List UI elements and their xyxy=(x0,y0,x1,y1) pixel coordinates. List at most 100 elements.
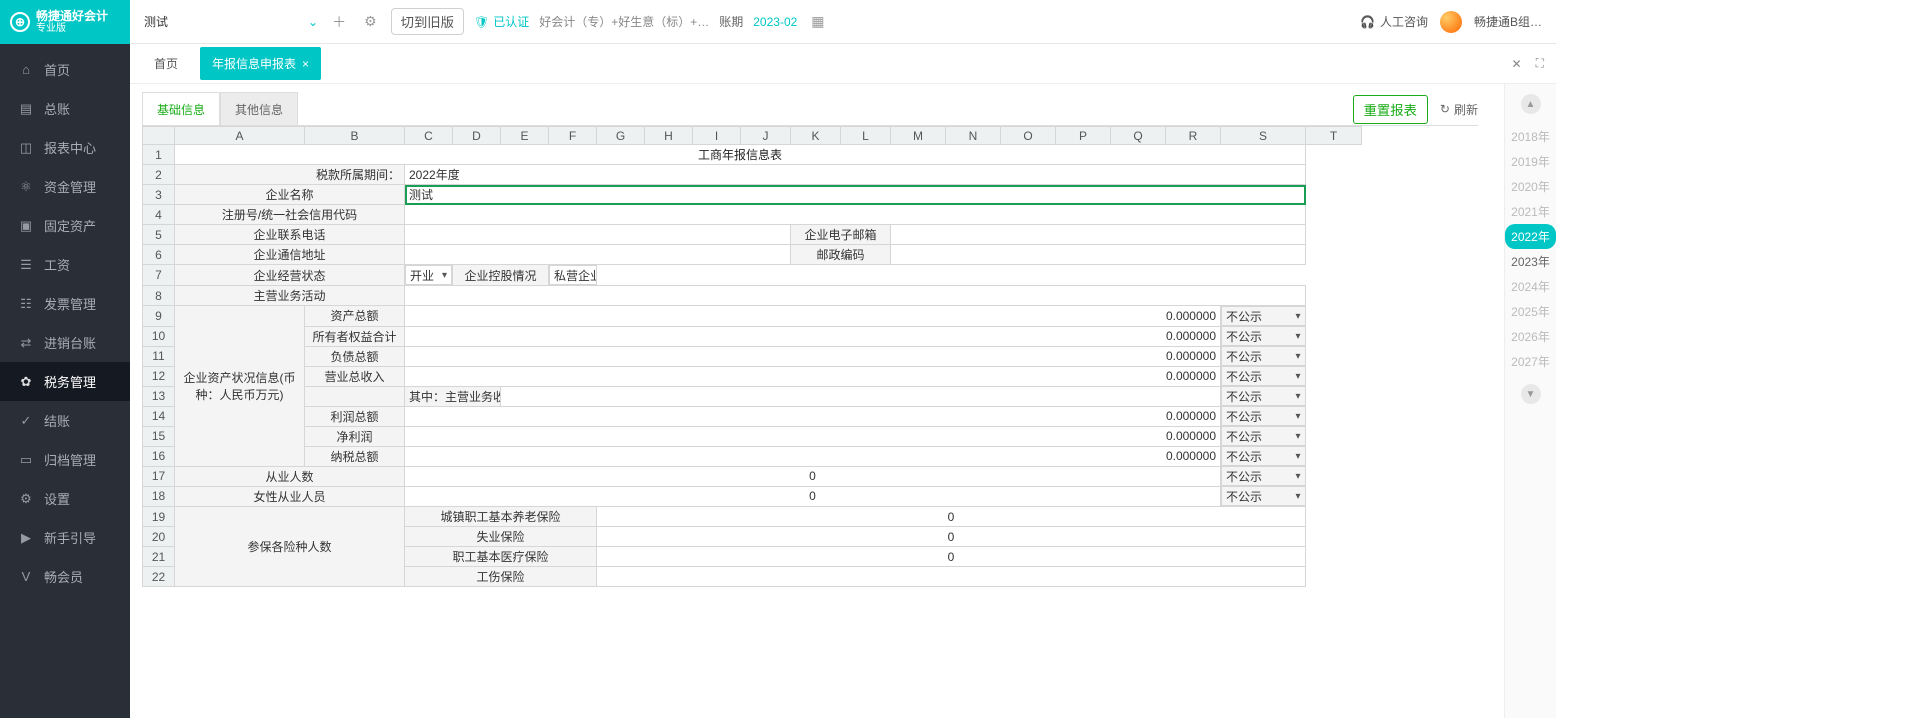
dropdown-cell[interactable]: 不公示 xyxy=(1221,406,1306,426)
add-icon[interactable]: ＋ xyxy=(328,12,350,32)
nav-salary[interactable]: ☰工资 xyxy=(0,245,130,284)
row-number[interactable]: 10 xyxy=(143,326,175,346)
dropdown-cell[interactable]: 不公示 xyxy=(1221,386,1306,406)
row-number[interactable]: 1 xyxy=(143,145,175,165)
col-header[interactable]: A xyxy=(175,127,305,145)
nav-fund[interactable]: ⚛资金管理 xyxy=(0,167,130,206)
email-value[interactable] xyxy=(891,225,1306,245)
row-number[interactable]: 17 xyxy=(143,466,175,486)
nav-archive[interactable]: ▭归档管理 xyxy=(0,440,130,479)
year-option[interactable]: 2024年 xyxy=(1505,274,1556,299)
period-value[interactable]: 2023-02 xyxy=(753,15,797,29)
user-name[interactable]: 畅捷通B组… xyxy=(1474,13,1542,30)
close-icon[interactable]: × xyxy=(302,57,309,71)
subtab-basic[interactable]: 基础信息 xyxy=(142,92,220,126)
col-header[interactable]: G xyxy=(597,127,645,145)
tab-annual-report[interactable]: 年报信息申报表 × xyxy=(200,47,321,80)
row-number[interactable]: 6 xyxy=(143,245,175,265)
org-selector[interactable]: 测试 ⌄ xyxy=(144,13,318,30)
spreadsheet[interactable]: ABCDEFGHIJKLMNOPQRST 1工商年报信息表2税款所属期间：202… xyxy=(142,126,1362,587)
row-number[interactable]: 14 xyxy=(143,406,175,426)
fin-value[interactable]: 0.000000 xyxy=(405,326,1221,346)
row-number[interactable]: 13 xyxy=(143,386,175,406)
nav-inout[interactable]: ⇄进销台账 xyxy=(0,323,130,362)
year-option[interactable]: 2023年 xyxy=(1505,249,1556,274)
year-option[interactable]: 2020年 xyxy=(1505,174,1556,199)
year-option[interactable]: 2022年 xyxy=(1505,224,1556,249)
row-number[interactable]: 4 xyxy=(143,205,175,225)
row-number[interactable]: 15 xyxy=(143,426,175,446)
fin-value[interactable]: 0.000000 xyxy=(405,306,1221,327)
col-header[interactable]: F xyxy=(549,127,597,145)
col-header[interactable]: E xyxy=(501,127,549,145)
address-value[interactable] xyxy=(405,245,791,265)
col-header[interactable]: O xyxy=(1001,127,1056,145)
col-header[interactable]: P xyxy=(1056,127,1111,145)
row-number[interactable]: 20 xyxy=(143,527,175,547)
col-header[interactable]: J xyxy=(741,127,791,145)
fin-value[interactable]: 0.000000 xyxy=(405,406,1221,426)
row-number[interactable]: 2 xyxy=(143,165,175,185)
postcode-value[interactable] xyxy=(891,245,1306,265)
nav-vip[interactable]: V畅会员 xyxy=(0,557,130,596)
insurance-value[interactable]: 0 xyxy=(597,527,1306,547)
reset-report-button[interactable]: 重置报表 xyxy=(1353,95,1428,124)
dropdown-cell[interactable]: 不公示 xyxy=(1221,466,1306,486)
col-header[interactable]: M xyxy=(891,127,946,145)
dropdown-cell[interactable]: 不公示 xyxy=(1221,366,1306,386)
nav-guide[interactable]: ▶新手引导 xyxy=(0,518,130,557)
dropdown-cell[interactable]: 不公示 xyxy=(1221,326,1306,346)
year-up-icon[interactable]: ▲ xyxy=(1521,94,1541,114)
row-number[interactable]: 19 xyxy=(143,507,175,527)
nav-home[interactable]: ⌂首页 xyxy=(0,50,130,89)
tab-home[interactable]: 首页 xyxy=(142,47,190,80)
year-option[interactable]: 2027年 xyxy=(1505,349,1556,374)
insurance-value[interactable] xyxy=(597,567,1306,587)
fullscreen-icon[interactable]: ⛶ xyxy=(1536,56,1544,71)
col-header[interactable]: K xyxy=(791,127,841,145)
vertical-scrollbar[interactable] xyxy=(1490,84,1504,718)
nav-invoice[interactable]: ☷发票管理 xyxy=(0,284,130,323)
support-button[interactable]: 🎧 人工咨询 xyxy=(1360,13,1428,30)
insurance-value[interactable]: 0 xyxy=(597,507,1306,527)
year-option[interactable]: 2026年 xyxy=(1505,324,1556,349)
tab-close-all-icon[interactable]: ✕ xyxy=(1512,57,1522,71)
year-option[interactable]: 2019年 xyxy=(1505,149,1556,174)
dropdown-cell[interactable]: 不公示 xyxy=(1221,346,1306,366)
dropdown-cell[interactable]: 不公示 xyxy=(1221,446,1306,466)
col-header[interactable]: D xyxy=(453,127,501,145)
employees-value[interactable]: 0 xyxy=(405,466,1221,486)
year-option[interactable]: 2021年 xyxy=(1505,199,1556,224)
row-number[interactable]: 5 xyxy=(143,225,175,245)
nav-tax[interactable]: ✿税务管理 xyxy=(0,362,130,401)
nav-chart[interactable]: ◫报表中心 xyxy=(0,128,130,167)
col-header[interactable]: R xyxy=(1166,127,1221,145)
row-number[interactable]: 11 xyxy=(143,346,175,366)
row-number[interactable]: 3 xyxy=(143,185,175,205)
insurance-value[interactable]: 0 xyxy=(597,547,1306,567)
year-option[interactable]: 2025年 xyxy=(1505,299,1556,324)
reg-code-value[interactable] xyxy=(405,205,1306,225)
col-header[interactable]: T xyxy=(1306,127,1362,145)
dropdown-cell[interactable]: 不公示 xyxy=(1221,426,1306,446)
col-header[interactable] xyxy=(143,127,175,145)
fin-value[interactable]: 0.000000 xyxy=(405,346,1221,366)
fin-value[interactable]: 0.000000 xyxy=(405,426,1221,446)
nav-ledger[interactable]: ▤总账 xyxy=(0,89,130,128)
row-number[interactable]: 16 xyxy=(143,446,175,466)
col-header[interactable]: H xyxy=(645,127,693,145)
year-option[interactable]: 2018年 xyxy=(1505,124,1556,149)
col-header[interactable]: N xyxy=(946,127,1001,145)
col-header[interactable]: Q xyxy=(1111,127,1166,145)
col-header[interactable]: B xyxy=(305,127,405,145)
row-number[interactable]: 9 xyxy=(143,306,175,327)
switch-old-button[interactable]: 切到旧版 xyxy=(391,8,464,35)
nav-asset[interactable]: ▣固定资产 xyxy=(0,206,130,245)
row-number[interactable]: 8 xyxy=(143,286,175,306)
subtab-other[interactable]: 其他信息 xyxy=(220,92,298,126)
nav-gear[interactable]: ⚙设置 xyxy=(0,479,130,518)
col-header[interactable]: S xyxy=(1221,127,1306,145)
fin-value[interactable]: 0.000000 xyxy=(405,366,1221,386)
status-value[interactable]: 开业 xyxy=(405,265,452,285)
female-value[interactable]: 0 xyxy=(405,486,1221,507)
